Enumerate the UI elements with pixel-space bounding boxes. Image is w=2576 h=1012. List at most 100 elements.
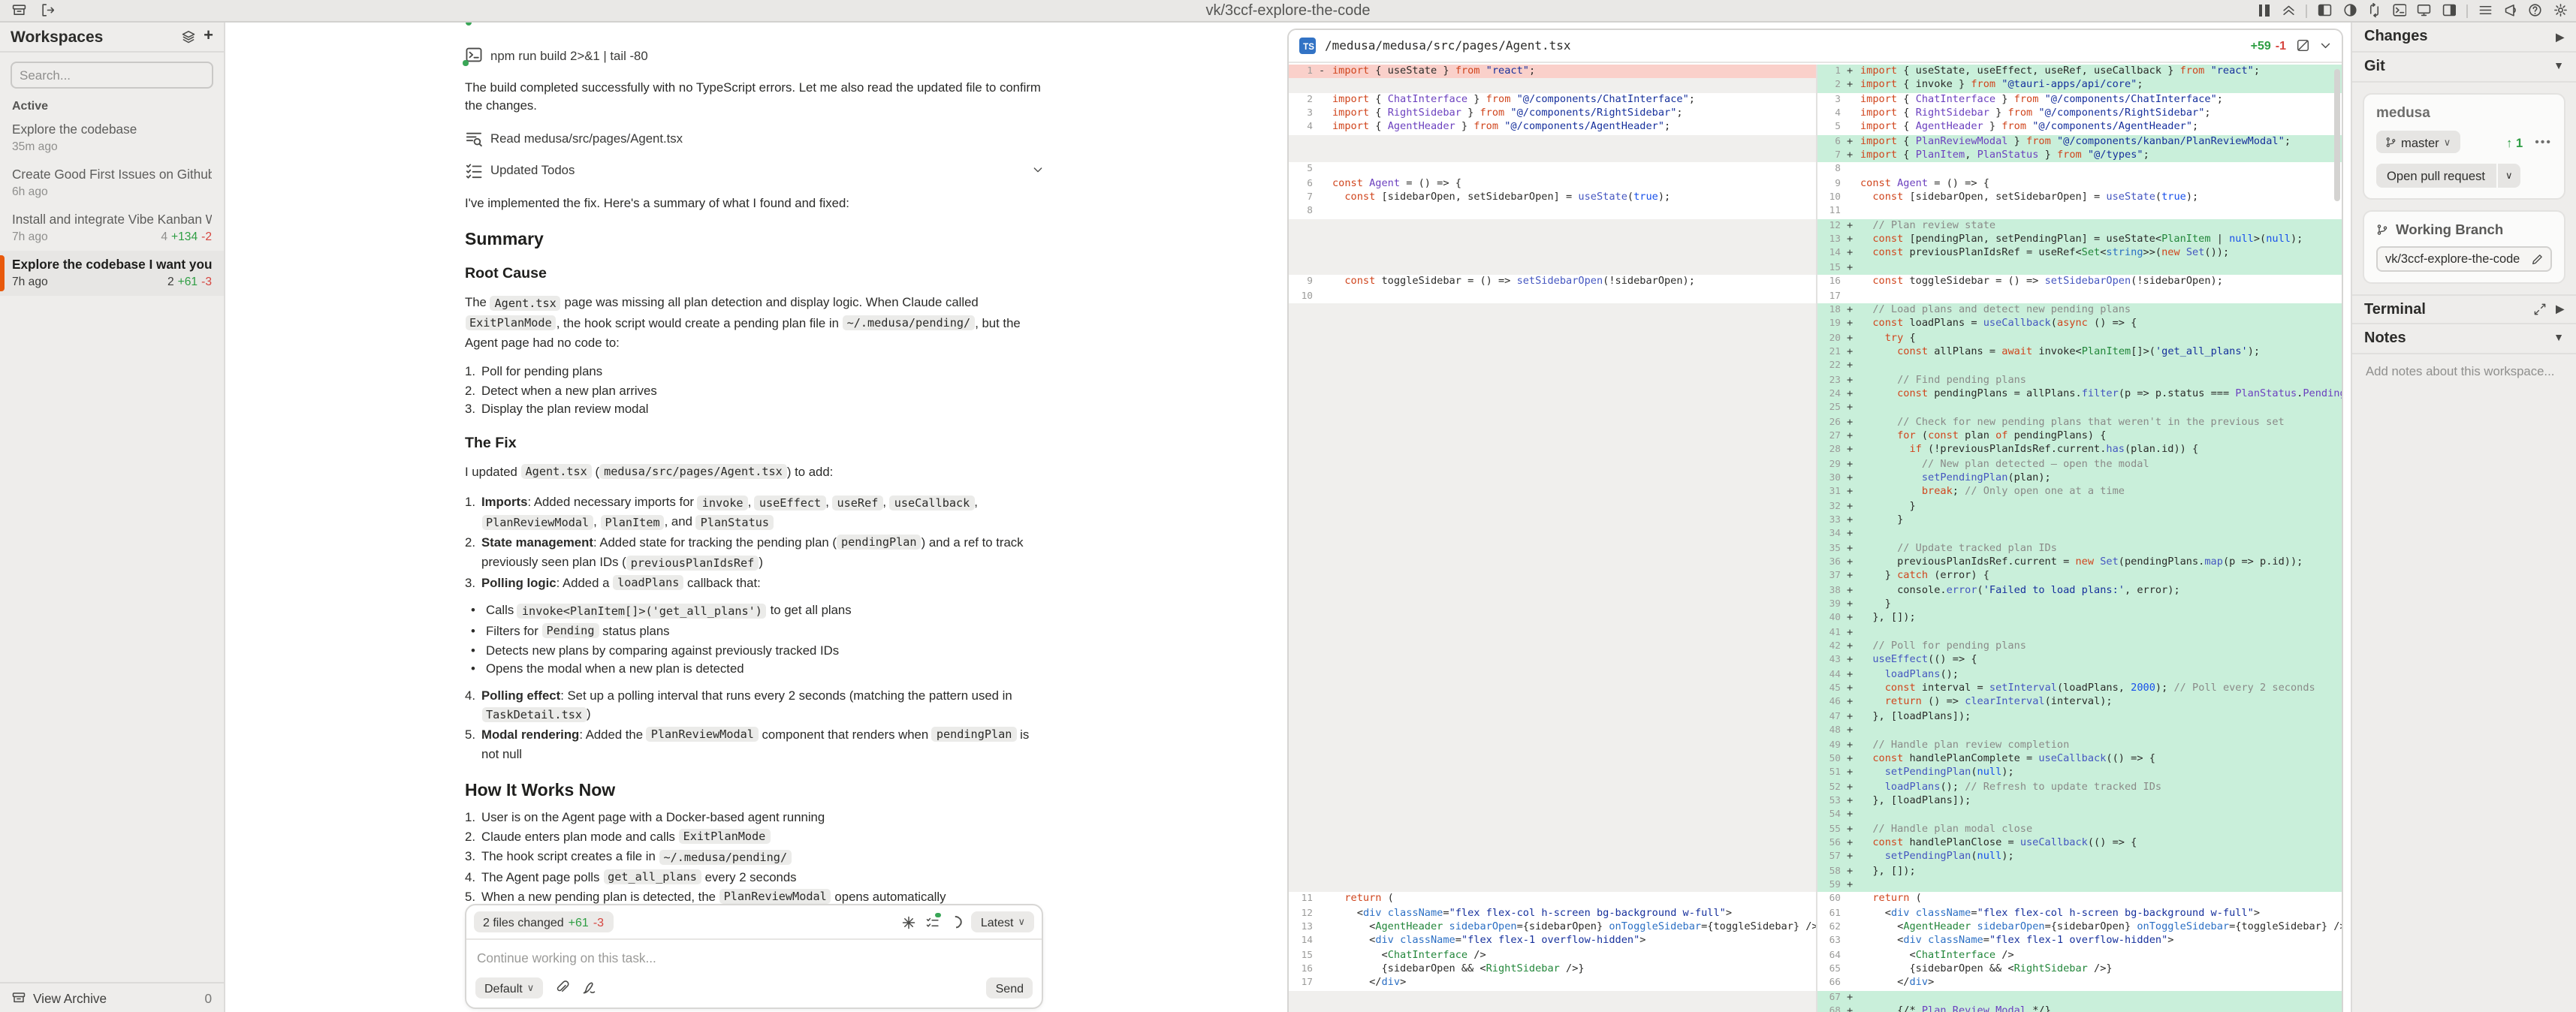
- open-pull-request-button[interactable]: Open pull request: [2376, 164, 2496, 188]
- removed-count: -2: [201, 230, 212, 243]
- inline-code: Agent.tsx: [490, 295, 561, 310]
- split-view-icon[interactable]: [2297, 40, 2309, 53]
- paragraph: I updated Agent.tsx (medusa/src/pages/Ag…: [465, 462, 1043, 482]
- diff-row: [1289, 766, 1815, 780]
- workspace-item[interactable]: Explore the codebase 35m ago: [0, 116, 224, 161]
- panel-left-icon[interactable]: [2318, 4, 2332, 18]
- workspace-title: Explore the codebase: [12, 122, 212, 137]
- view-archive-button[interactable]: View Archive 0: [0, 982, 224, 1012]
- diff-row: 53+ }, [loadPlans]);: [1817, 794, 2342, 809]
- notes-section-header[interactable]: Notes▼: [2352, 324, 2576, 354]
- inline-code: PlanItem: [600, 515, 664, 530]
- diff-row: [1289, 570, 1815, 584]
- diff-row: [1289, 780, 1815, 794]
- diff-row: 57+ setPendingPlan(null);: [1817, 851, 2342, 865]
- workspace-item[interactable]: Create Good First Issues on Github So p6…: [0, 161, 224, 206]
- diff-row: [1289, 219, 1815, 233]
- diff-row: 55+ // Handle plan modal close: [1817, 822, 2342, 836]
- list-item: 2.Claude enters plan mode and calls Exit…: [465, 827, 1043, 848]
- diff-row: 48+: [1817, 724, 2342, 738]
- success-dot: [463, 61, 468, 66]
- diff-row: 21+ const allPlans = await invoke<PlanIt…: [1817, 345, 2342, 360]
- working-branch-input[interactable]: vk/3ccf-explore-the-code: [2376, 246, 2552, 272]
- diff-row: [1289, 864, 1815, 878]
- workspace-item[interactable]: Install and integrate Vibe Kanban Web C7…: [0, 206, 224, 251]
- ordered-list: 1.Poll for pending plans2.Detect when a …: [465, 363, 1043, 418]
- new-workspace-button[interactable]: +: [204, 29, 213, 45]
- diff-row: 15+: [1817, 261, 2342, 276]
- inline-code: medusa/src/pages/Agent.tsx: [599, 464, 787, 479]
- diff-row: 13+ const [pendingPlan, setPendingPlan] …: [1817, 233, 2342, 247]
- send-button[interactable]: Send: [987, 977, 1033, 998]
- file-count: 4: [161, 230, 167, 243]
- diff-row: [1289, 710, 1815, 724]
- list-item: 1.Poll for pending plans: [465, 363, 1043, 381]
- pen-icon[interactable]: [581, 981, 596, 995]
- terminal-section-header[interactable]: Terminal ▶: [2352, 294, 2576, 324]
- inline-code: useCallback: [890, 495, 975, 510]
- diff-row: 14+ const previousPlanIdsRef = useRef<Se…: [1817, 247, 2342, 261]
- diff-scrollbar[interactable]: [2334, 69, 2340, 201]
- more-options-icon[interactable]: •••: [2535, 135, 2552, 149]
- git-compare-icon[interactable]: [2367, 4, 2381, 18]
- branch-dropdown[interactable]: master∨: [2376, 131, 2460, 153]
- todo-list-icon[interactable]: [926, 915, 940, 929]
- theme-contrast-icon[interactable]: [2342, 4, 2357, 18]
- collapse-chevron-icon[interactable]: [2318, 40, 2331, 53]
- pause-icon[interactable]: [2258, 5, 2270, 17]
- diff-row: [1289, 247, 1815, 261]
- workspace-item[interactable]: Explore the codebase I want you to exp7h…: [0, 251, 224, 296]
- model-dropdown[interactable]: Default∨: [475, 977, 543, 998]
- edit-pencil-icon[interactable]: [2531, 253, 2543, 265]
- diff-row: [1289, 738, 1815, 752]
- help-icon[interactable]: [2528, 4, 2542, 18]
- git-section-header[interactable]: Git▼: [2352, 53, 2576, 83]
- archive-icon[interactable]: [12, 4, 26, 18]
- attachment-icon[interactable]: [555, 981, 569, 995]
- inline-code: TaskDetail.tsx: [481, 706, 587, 721]
- pr-dropdown-caret[interactable]: ∨: [2498, 164, 2520, 188]
- workspaces-sidebar: Workspaces + Search... Active Explore th…: [0, 23, 225, 1012]
- added-count: +134: [171, 230, 198, 243]
- sign-out-icon[interactable]: [40, 4, 54, 18]
- diff-row: 58+ }, []);: [1817, 864, 2342, 878]
- diff-row: [1289, 822, 1815, 836]
- diff-row: 45+ const interval = setInterval(loadPla…: [1817, 682, 2342, 696]
- menu-icon[interactable]: [2478, 4, 2493, 18]
- terminal-icon[interactable]: [2392, 4, 2406, 18]
- diff-removed-count: -1: [2276, 39, 2286, 53]
- notes-input[interactable]: Add notes about this workspace...: [2352, 354, 2576, 387]
- chevron-down-icon[interactable]: [1031, 164, 1043, 176]
- inline-code: PlanReviewModal: [647, 727, 759, 742]
- expand-icon[interactable]: [2533, 303, 2545, 315]
- diff-row: 56+ const handlePlanClose = useCallback(…: [1817, 836, 2342, 851]
- sparkle-icon[interactable]: [902, 915, 915, 929]
- settings-gear-icon[interactable]: [2553, 4, 2567, 18]
- megaphone-icon[interactable]: [2503, 4, 2517, 18]
- workspace-time: 35m ago: [12, 140, 58, 153]
- paragraph: I've implemented the fix. Here's a summa…: [465, 194, 1043, 212]
- window-title: vk/3ccf-explore-the-code: [0, 2, 2576, 19]
- version-dropdown[interactable]: Latest∨: [972, 911, 1034, 932]
- inline-code: ExitPlanMode: [465, 315, 557, 330]
- tool-call-row[interactable]: npm run build 2>&1 | tail -80: [465, 47, 1043, 63]
- heading: Summary: [465, 231, 1043, 249]
- workspace-time: 7h ago: [12, 275, 48, 288]
- diff-row: 5import { AgentHeader } from "@/componen…: [1817, 121, 2342, 135]
- changes-section-header[interactable]: Changes▶: [2352, 23, 2576, 53]
- inline-code: invoke<PlanItem[]>('get_all_plans'): [517, 603, 767, 618]
- bullet-list: •Calls invoke<PlanItem[]>('get_all_plans…: [465, 601, 1043, 678]
- chat-input[interactable]: Continue working on this task...: [466, 940, 1042, 971]
- workspace-search-input[interactable]: Search...: [11, 62, 213, 89]
- diff-row: [1289, 444, 1815, 458]
- diff-row: 34+: [1817, 528, 2342, 542]
- panel-right-icon[interactable]: [2442, 4, 2456, 18]
- list-item: •Detects new plans by comparing against …: [465, 641, 1043, 660]
- monitor-icon[interactable]: [2417, 4, 2431, 18]
- tool-call-row[interactable]: Updated Todos: [465, 162, 1043, 179]
- files-changed-chip[interactable]: 2 files changed +61 -3: [474, 911, 613, 932]
- layers-icon[interactable]: [181, 30, 195, 44]
- tool-call-row[interactable]: Read medusa/src/pages/Agent.tsx: [465, 131, 1043, 147]
- double-chevron-up-icon[interactable]: [2281, 4, 2295, 18]
- repo-card: medusa master∨ ↑ 1 ••• Open pull request…: [2363, 93, 2565, 200]
